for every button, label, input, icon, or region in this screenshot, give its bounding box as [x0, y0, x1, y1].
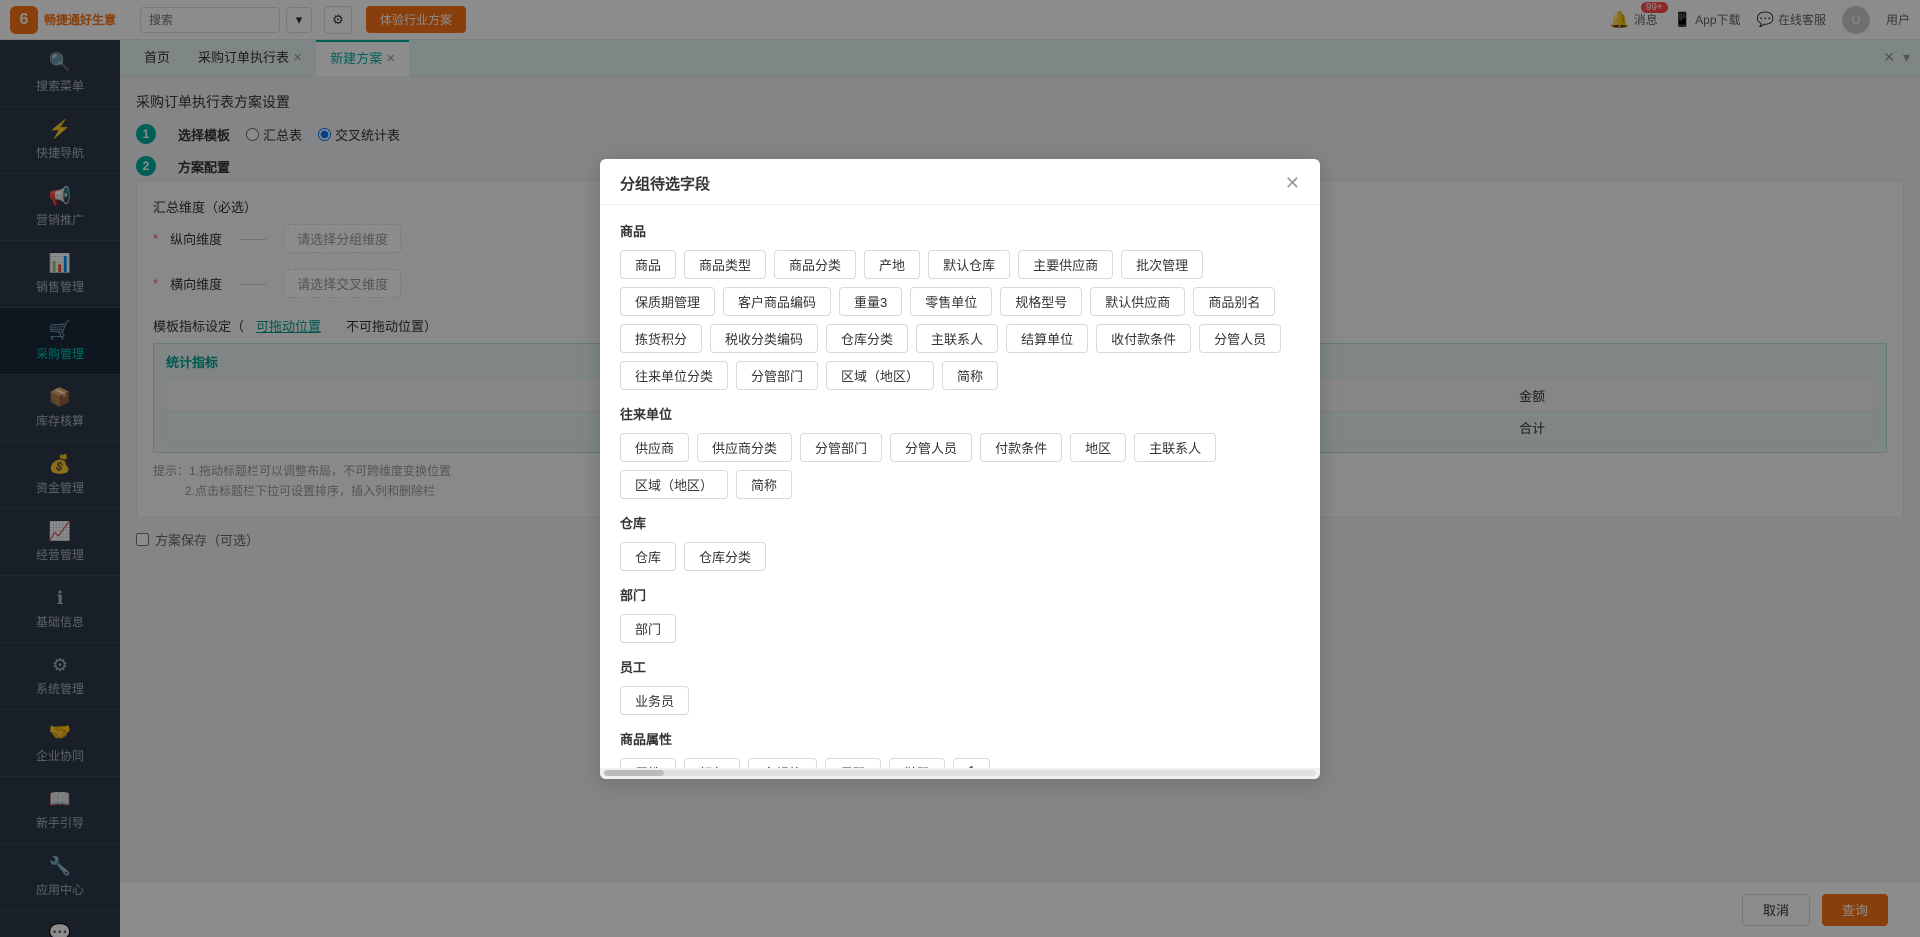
scroll-track	[604, 770, 1316, 776]
field-tag[interactable]: 默认供应商	[1090, 287, 1185, 316]
field-tag[interactable]: 主要供应商	[1018, 250, 1113, 279]
field-tag[interactable]: 仓库	[620, 542, 676, 571]
field-tag[interactable]: 重量3	[839, 287, 902, 316]
field-tag[interactable]: 商品分类	[774, 250, 856, 279]
field-tag[interactable]: 地区	[1070, 433, 1126, 462]
field-tags-employee: 业务员	[620, 686, 1300, 715]
field-tag[interactable]: 商品	[620, 250, 676, 279]
field-tag[interactable]: 简称	[942, 361, 998, 390]
modal-close-button[interactable]: ✕	[1285, 173, 1300, 194]
field-tag[interactable]: 供应商	[620, 433, 689, 462]
scroll-thumb[interactable]	[604, 770, 664, 776]
field-tag[interactable]: 仓库分类	[684, 542, 766, 571]
modal-body: 商品 商品 商品类型 商品分类 产地 默认仓库 主要供应商 批次管理 保质期管理…	[600, 205, 1320, 768]
section-title-warehouse: 仓库	[620, 513, 1300, 532]
field-tag[interactable]: 商品别名	[1193, 287, 1275, 316]
field-tag[interactable]: 零售单位	[910, 287, 992, 316]
modal-title: 分组待选字段	[620, 173, 710, 194]
field-tag[interactable]: 区域（地区）	[826, 361, 934, 390]
field-tag[interactable]: 客户商品编码	[723, 287, 831, 316]
field-tag[interactable]: 仓库分类	[826, 324, 908, 353]
field-tag[interactable]: 尺码	[825, 758, 881, 768]
field-tag[interactable]: 默认仓库	[928, 250, 1010, 279]
field-tag[interactable]: 部门	[620, 614, 676, 643]
modal-overlay: 分组待选字段 ✕ 商品 商品 商品类型 商品分类 产地 默认仓库 主要供应商 批…	[0, 0, 1920, 937]
field-tag[interactable]: 收付款条件	[1096, 324, 1191, 353]
field-tag[interactable]: 分管部门	[736, 361, 818, 390]
field-tag[interactable]: 多规格	[748, 758, 817, 768]
section-title-goods: 商品	[620, 221, 1300, 240]
field-tag[interactable]: 往来单位分类	[620, 361, 728, 390]
field-tag[interactable]: 区域（地区）	[620, 470, 728, 499]
field-tag[interactable]: 批次管理	[1121, 250, 1203, 279]
section-title-dept: 部门	[620, 585, 1300, 604]
field-tag[interactable]: 主联系人	[1134, 433, 1216, 462]
field-tags-warehouse: 仓库 仓库分类	[620, 542, 1300, 571]
field-tag[interactable]: 属性	[620, 758, 676, 768]
field-tag[interactable]: 分管人员	[1199, 324, 1281, 353]
field-tag[interactable]: 产地	[864, 250, 920, 279]
field-tags-dept: 部门	[620, 614, 1300, 643]
field-tag[interactable]: 结算单位	[1006, 324, 1088, 353]
modal-header: 分组待选字段 ✕	[600, 159, 1320, 205]
field-tags-partner: 供应商 供应商分类 分管部门 分管人员 付款条件 地区 主联系人 区域（地区） …	[620, 433, 1300, 499]
field-tag[interactable]: 商品类型	[684, 250, 766, 279]
field-tag[interactable]: 拣货积分	[620, 324, 702, 353]
section-title-partner: 往来单位	[620, 404, 1300, 423]
field-tag[interactable]: 业务员	[620, 686, 689, 715]
modal-horizontal-scrollbar[interactable]	[600, 768, 1320, 779]
field-tag[interactable]: 1	[953, 758, 990, 768]
field-tags-goods: 商品 商品类型 商品分类 产地 默认仓库 主要供应商 批次管理 保质期管理 客户…	[620, 250, 1300, 390]
field-tag[interactable]: 付款条件	[980, 433, 1062, 462]
field-tag[interactable]: 保质期管理	[620, 287, 715, 316]
field-tag[interactable]: 简称	[736, 470, 792, 499]
field-tag[interactable]: 税收分类编码	[710, 324, 818, 353]
field-tag[interactable]: 颜色	[684, 758, 740, 768]
modal: 分组待选字段 ✕ 商品 商品 商品类型 商品分类 产地 默认仓库 主要供应商 批…	[600, 159, 1320, 779]
field-tag[interactable]: 主联系人	[916, 324, 998, 353]
field-tag[interactable]: 规格型号	[1000, 287, 1082, 316]
field-tags-goods-attr: 属性 颜色 多规格 尺码 鞋码 1	[620, 758, 1300, 768]
field-tag[interactable]: 供应商分类	[697, 433, 792, 462]
field-tag[interactable]: 分管人员	[890, 433, 972, 462]
field-tag[interactable]: 分管部门	[800, 433, 882, 462]
field-tag[interactable]: 鞋码	[889, 758, 945, 768]
section-title-goods-attr: 商品属性	[620, 729, 1300, 748]
section-title-employee: 员工	[620, 657, 1300, 676]
